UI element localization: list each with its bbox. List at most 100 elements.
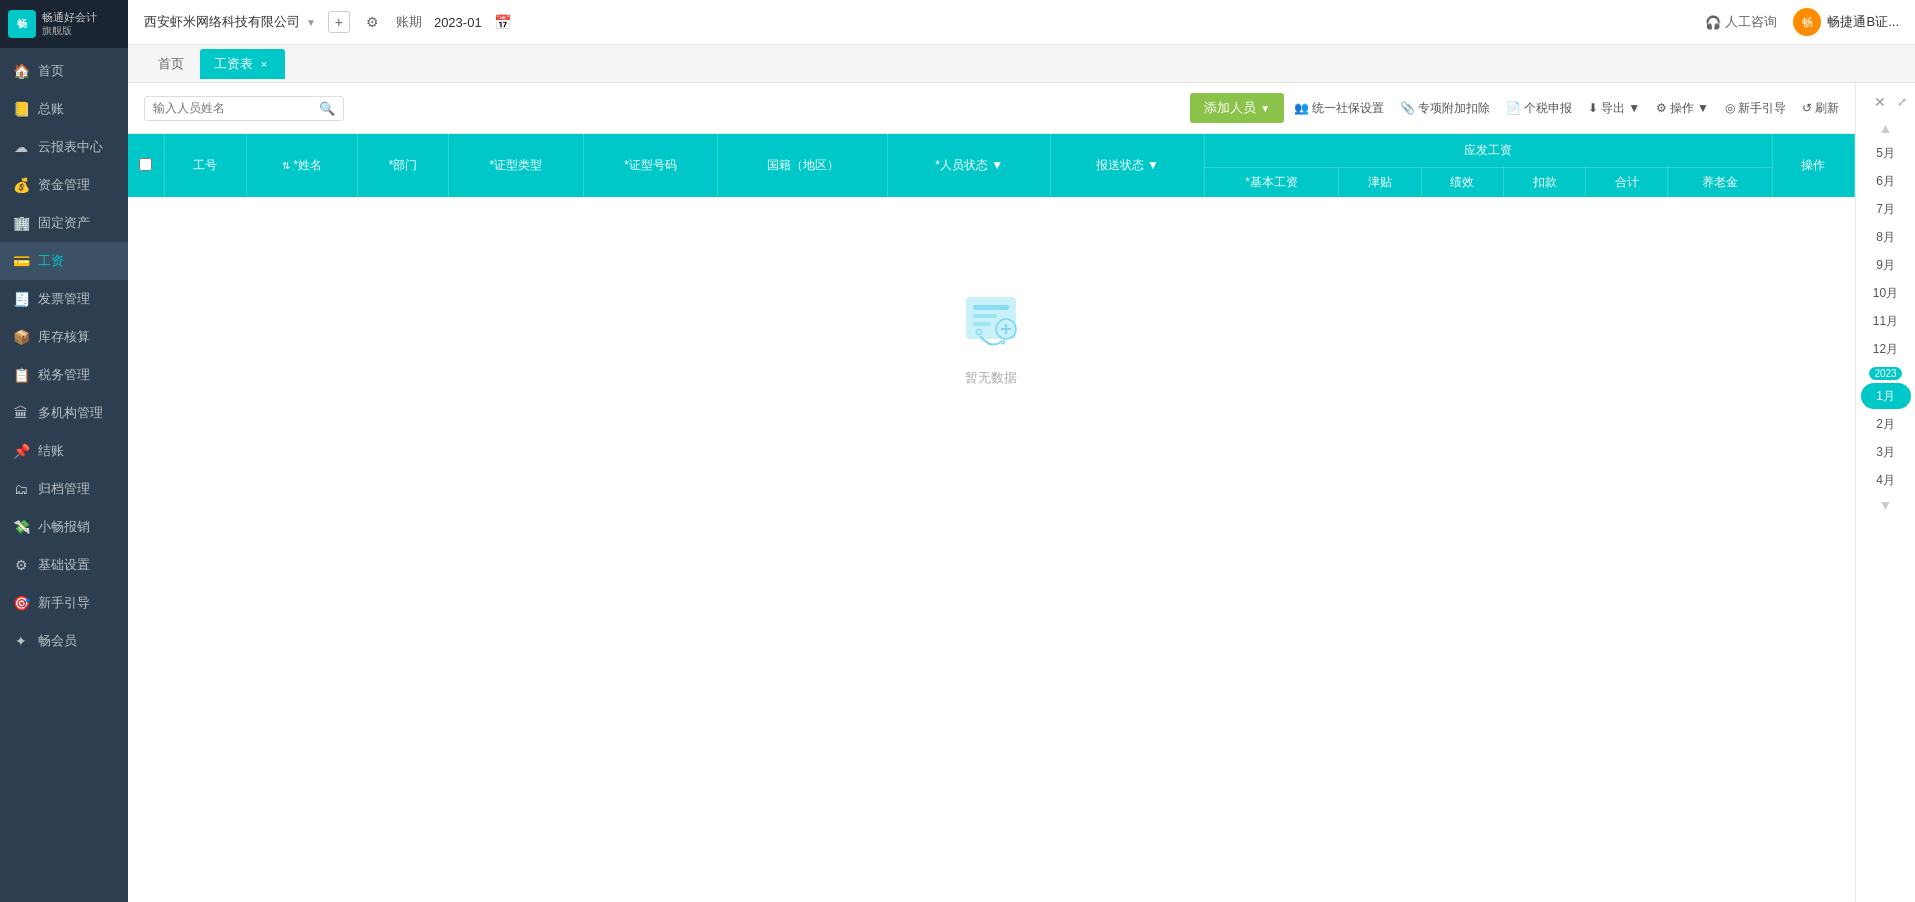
nav-icon-expense: 💸 [12, 519, 30, 535]
operations-arrow: ▼ [1697, 101, 1709, 115]
sidebar-item-home[interactable]: 🏠首页 [0, 52, 128, 90]
nav-label-cloud-report: 云报表中心 [38, 138, 103, 156]
add-company-button[interactable]: + [328, 11, 350, 33]
month-item-1[interactable]: 1月 [1861, 383, 1911, 409]
th-performance: 绩效 [1421, 168, 1503, 198]
tab-close-icon[interactable]: × [257, 57, 271, 71]
th-cert-type: *证型类型 [449, 134, 584, 197]
svg-rect-1 [973, 305, 1009, 310]
month-item-8[interactable]: 8月 [1861, 224, 1911, 250]
salary-table: 工号 ⇅ *姓名 *部门 *证型类型 *证型号码 国籍（地区） *人员状态 ▼ [128, 134, 1855, 467]
svg-point-8 [1001, 340, 1005, 344]
main-area: 西安虾米网络科技有限公司 ▼ + ⚙ 账期 2023-01 📅 🎧 人工咨询 畅… [128, 0, 1915, 902]
special-deduction-button[interactable]: 📎 专项附加扣除 [1400, 100, 1490, 117]
month-item-4[interactable]: 4月 [1861, 467, 1911, 493]
main-panel: 🔍 添加人员 ▼ 👥 统一社保设置 📎 专项附加扣除 [128, 83, 1855, 902]
company-name: 西安虾米网络科技有限公司 [144, 13, 300, 31]
add-person-button[interactable]: 添加人员 ▼ [1190, 93, 1284, 123]
nav-label-multi-org: 多机构管理 [38, 404, 103, 422]
th-total: 合计 [1586, 168, 1668, 198]
month-item-3[interactable]: 3月 [1861, 439, 1911, 465]
th-allowance: 津贴 [1339, 168, 1421, 198]
month-item-6[interactable]: 6月 [1861, 168, 1911, 194]
th-name: ⇅ *姓名 [246, 134, 358, 197]
sort-icon: ⇅ [282, 160, 290, 171]
month-item-5[interactable]: 5月 [1861, 140, 1911, 166]
sidebar-item-fund[interactable]: 💰资金管理 [0, 166, 128, 204]
month-item-11[interactable]: 11月 [1861, 308, 1911, 334]
operations-icon: ⚙ [1656, 101, 1667, 115]
refresh-label: 刷新 [1815, 100, 1839, 117]
refresh-button[interactable]: ↺ 刷新 [1802, 100, 1839, 117]
sidebar-item-multi-org[interactable]: 🏛多机构管理 [0, 394, 128, 432]
right-panel: ✕ ⤢ ▲ 5月 6月 7月 8月 9月 10月 11月 12月 2023 1月… [1855, 83, 1915, 902]
month-item-12[interactable]: 12月 [1861, 336, 1911, 362]
nav-icon-close: 📌 [12, 443, 30, 459]
sidebar-nav: 🏠首页📒总账☁云报表中心💰资金管理🏢固定资产 💳 工资 🧾发票管理 📦 库存核算 📋税务管理… [0, 48, 128, 902]
nav-icon-salary: 💳 [12, 253, 30, 269]
th-dept: *部门 [358, 134, 449, 197]
logo-icon: 畅 [8, 10, 36, 38]
export-icon: ⬇ [1588, 101, 1598, 115]
sidebar-item-invoice[interactable]: 🧾发票管理 [0, 280, 128, 318]
nav-label-inventory: 库存核算 [38, 328, 90, 346]
tax-report-label: 个税申报 [1524, 100, 1572, 117]
search-input[interactable] [153, 101, 313, 115]
sidebar: 畅 畅通好会计 旗舰版 🏠首页📒总账☁云报表中心💰资金管理🏢固定资产 💳 工资 🧾发票… [0, 0, 128, 902]
expand-panel-button[interactable]: ⤢ [1893, 93, 1911, 111]
sidebar-item-inventory[interactable]: 📦 库存核算 [0, 318, 128, 356]
search-icon[interactable]: 🔍 [319, 101, 335, 116]
sidebar-item-cloud-report[interactable]: ☁云报表中心 [0, 128, 128, 166]
sidebar-logo: 畅 畅通好会计 旗舰版 [0, 0, 128, 48]
scroll-down-button[interactable]: ▼ [1876, 494, 1896, 516]
svg-rect-2 [973, 314, 997, 318]
tab-salary-label: 工资表 [214, 55, 253, 73]
tax-report-button[interactable]: 📄 个税申报 [1506, 100, 1572, 117]
service-button[interactable]: 🎧 人工咨询 [1705, 13, 1777, 31]
select-all-checkbox[interactable] [139, 158, 152, 171]
tab-home[interactable]: 首页 [144, 49, 198, 79]
sidebar-item-member[interactable]: ✦畅会员 [0, 622, 128, 660]
user-area[interactable]: 畅 畅捷通B证... [1793, 8, 1899, 36]
sidebar-item-salary[interactable]: 💳 工资 [0, 242, 128, 280]
operations-button[interactable]: ⚙ 操作 ▼ [1656, 100, 1709, 117]
month-item-10[interactable]: 10月 [1861, 280, 1911, 306]
company-selector[interactable]: 西安虾米网络科技有限公司 ▼ [144, 13, 316, 31]
nav-label-invoice: 发票管理 [38, 290, 90, 308]
right-panel-header: ✕ ⤢ [1856, 87, 1915, 117]
calendar-icon[interactable]: 📅 [494, 14, 511, 30]
nav-icon-fund: 💰 [12, 177, 30, 193]
social-security-button[interactable]: 👥 统一社保设置 [1294, 100, 1384, 117]
month-item-9[interactable]: 9月 [1861, 252, 1911, 278]
sidebar-item-archive[interactable]: 🗂归档管理 [0, 470, 128, 508]
sidebar-item-ledger[interactable]: 📒总账 [0, 90, 128, 128]
month-item-2[interactable]: 2月 [1861, 411, 1911, 437]
nav-label-settings: 基础设置 [38, 556, 90, 574]
nav-label-salary: 工资 [38, 252, 64, 270]
sidebar-item-settings[interactable]: ⚙ 基础设置 [0, 546, 128, 584]
add-person-label: 添加人员 [1204, 99, 1256, 117]
export-button[interactable]: ⬇ 导出 ▼ [1588, 100, 1640, 117]
tab-salary[interactable]: 工资表 × [200, 49, 285, 79]
sidebar-item-close[interactable]: 📌结账 [0, 432, 128, 470]
tab-home-label: 首页 [158, 55, 184, 73]
sidebar-item-fixed-assets[interactable]: 🏢固定资产 [0, 204, 128, 242]
new-guide-label: 新手引导 [1738, 100, 1786, 117]
sidebar-item-tax[interactable]: 📋税务管理 [0, 356, 128, 394]
top-bar: 西安虾米网络科技有限公司 ▼ + ⚙ 账期 2023-01 📅 🎧 人工咨询 畅… [128, 0, 1915, 45]
nav-icon-settings: ⚙ [12, 557, 30, 573]
settings-icon[interactable]: ⚙ [362, 11, 384, 33]
th-payroll-group: 应发工资 [1204, 134, 1772, 168]
sidebar-item-expense[interactable]: 💸小畅报销 [0, 508, 128, 546]
scroll-up-button[interactable]: ▲ [1876, 117, 1896, 139]
th-checkbox[interactable] [128, 134, 164, 197]
nav-icon-inventory: 📦 [12, 329, 30, 345]
month-item-7[interactable]: 7月 [1861, 196, 1911, 222]
sidebar-item-guide[interactable]: 🎯新手引导 [0, 584, 128, 622]
report-filter-icon[interactable]: ▼ [1147, 158, 1159, 172]
nav-icon-archive: 🗂 [12, 481, 30, 497]
logo-name: 畅通好会计 [42, 10, 97, 24]
new-guide-button[interactable]: ◎ 新手引导 [1725, 100, 1786, 117]
filter-icon[interactable]: ▼ [991, 158, 1003, 172]
close-panel-button[interactable]: ✕ [1871, 93, 1889, 111]
